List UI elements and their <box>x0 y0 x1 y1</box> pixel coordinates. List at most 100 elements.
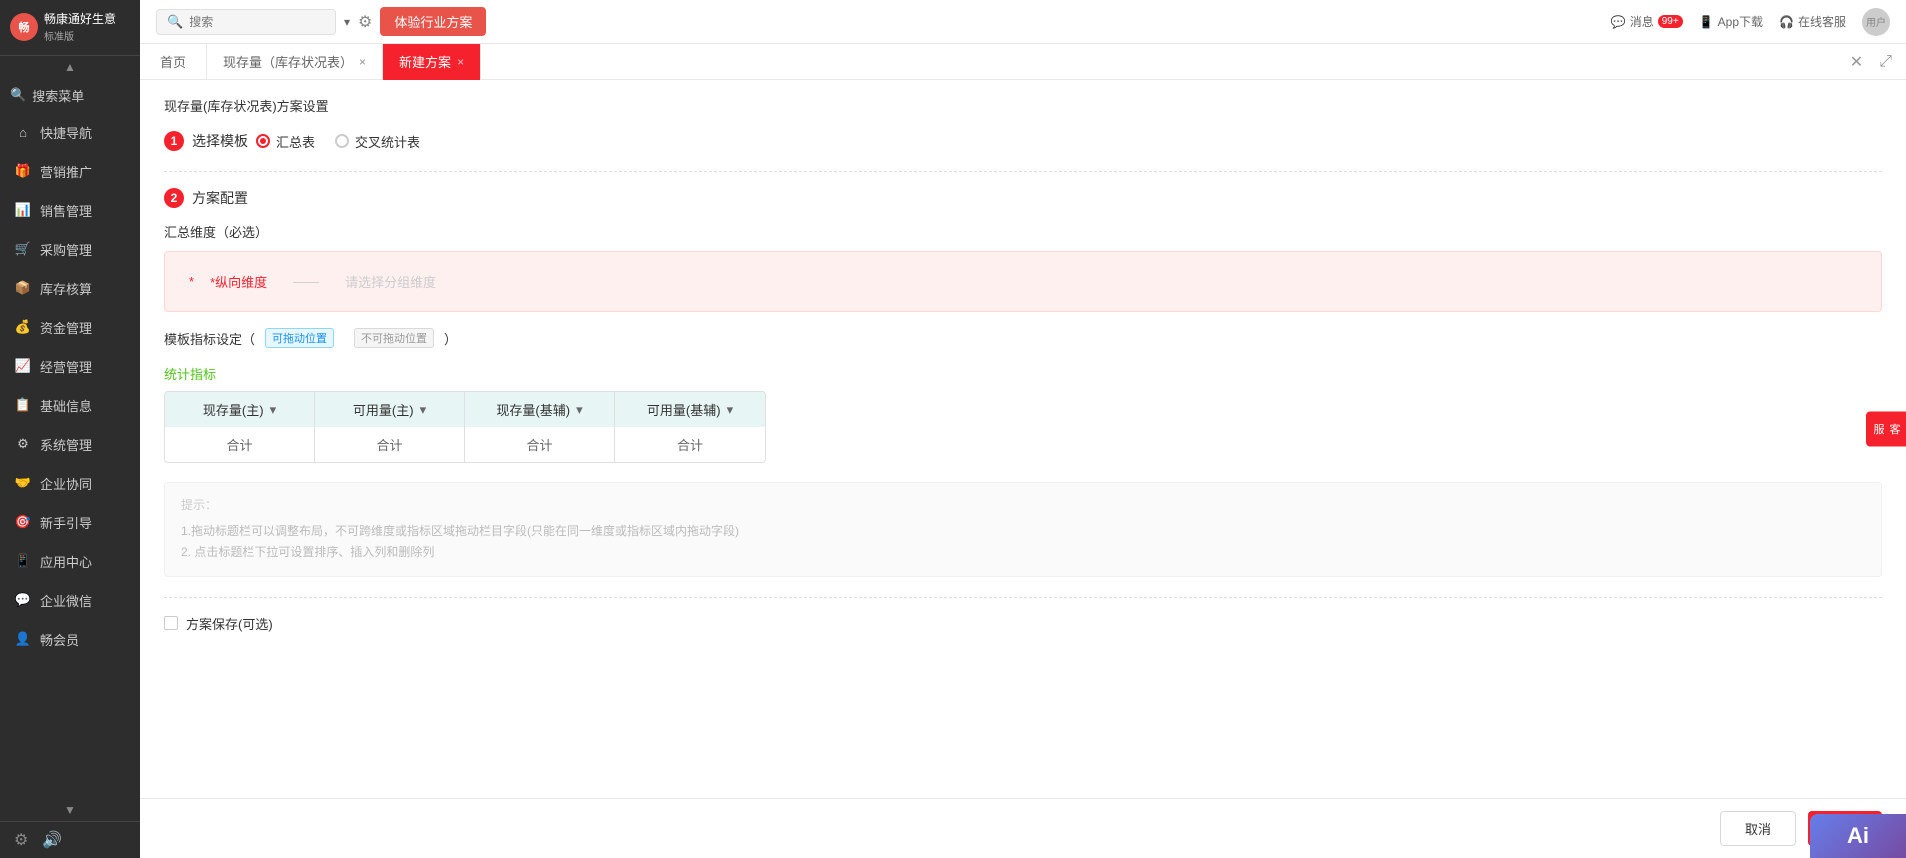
sidebar-item-member[interactable]: 👤 畅会员 <box>0 620 140 659</box>
sidebar-item-system[interactable]: ⚙ 系统管理 <box>0 425 140 464</box>
sidebar-item-label: 资金管理 <box>40 318 92 337</box>
sidebar-item-label: 快捷导航 <box>40 123 92 142</box>
radio-summary[interactable]: 汇总表 <box>256 132 315 151</box>
ai-badge[interactable]: Ai <box>1810 814 1906 858</box>
page-footer: 取消 查询 <box>140 798 1906 858</box>
tab-inventory-close[interactable]: × <box>359 55 366 69</box>
draggable-tag: 可拖动位置 <box>265 328 334 348</box>
indicator-body-col-1: 合计 <box>165 427 315 462</box>
sidebar-nav: ⌂ 快捷导航 🎁 营销推广 📊 销售管理 🛒 采购管理 📦 库存核算 💰 资金管… <box>0 113 140 799</box>
sidebar-search[interactable]: 🔍 搜索菜单 <box>0 78 140 113</box>
cancel-button[interactable]: 取消 <box>1720 811 1796 846</box>
header-search-bar[interactable]: 🔍 <box>156 9 336 35</box>
tab-bar: 首页 现存量（库存状况表） × 新建方案 × ✕ ⤢ <box>140 44 1906 80</box>
app-download-btn[interactable]: 📱 App下载 <box>1699 13 1763 30</box>
customer-service-btn[interactable]: 🎧 在线客服 <box>1779 13 1846 30</box>
sidebar-item-label: 基础信息 <box>40 396 92 415</box>
header-dropdown-btn[interactable]: ▾ <box>344 15 350 29</box>
sidebar-item-label: 经营管理 <box>40 357 92 376</box>
scroll-up-btn[interactable]: ▲ <box>0 56 140 78</box>
speaker-icon[interactable]: 🔊 <box>42 830 62 850</box>
messages-btn[interactable]: 💬 消息 99+ <box>1611 13 1683 30</box>
home-icon: ⌂ <box>14 123 32 141</box>
indicator-body-val-1: 合计 <box>226 438 252 453</box>
sidebar-item-operations[interactable]: 📈 经营管理 <box>0 347 140 386</box>
gift-icon: 🎁 <box>14 162 32 180</box>
indicator-settings-text-suffix: ） <box>444 329 457 348</box>
sidebar-item-newbie[interactable]: 🎯 新手引导 <box>0 503 140 542</box>
radio-cross-label: 交叉统计表 <box>355 132 420 151</box>
sidebar-item-inventory[interactable]: 📦 库存核算 <box>0 269 140 308</box>
sidebar-item-finance[interactable]: 💰 资金管理 <box>0 308 140 347</box>
industry-btn[interactable]: 体验行业方案 <box>380 7 486 36</box>
tab-close-btn[interactable]: ✕ <box>1846 50 1867 74</box>
sidebar: 畅 畅康通好生意 标准版 ▲ 🔍 搜索菜单 ⌂ 快捷导航 🎁 营销推广 📊 销售… <box>0 0 140 858</box>
indicator-table-header: 现存量(主) ▾ 可用量(主) ▾ 现存量(基辅) ▾ 可用量(基辅) <box>165 392 765 427</box>
radio-summary-label: 汇总表 <box>276 132 315 151</box>
right-edge-tab[interactable]: 客服 <box>1866 412 1906 447</box>
step2-number: 2 <box>164 188 184 208</box>
sidebar-item-label: 应用中心 <box>40 552 92 571</box>
tab-inventory-status[interactable]: 现存量（库存状况表） × <box>207 44 383 80</box>
indicator-col-dropdown-2[interactable]: ▾ <box>420 402 427 418</box>
cart-icon: 🛒 <box>14 240 32 258</box>
tips-item-1: 1.拖动标题栏可以调整布局，不可跨维度或指标区域拖动栏目字段(只能在同一维度或指… <box>181 521 1865 543</box>
tab-home-label: 首页 <box>160 52 186 71</box>
sidebar-item-cooperation[interactable]: 🤝 企业协同 <box>0 464 140 503</box>
sidebar-item-label: 企业协同 <box>40 474 92 493</box>
sidebar-item-label: 企业微信 <box>40 591 92 610</box>
indicator-body-col-2: 合计 <box>315 427 465 462</box>
indicator-col-header-1: 现存量(主) ▾ <box>165 392 315 427</box>
indicator-col-header-3: 现存量(基辅) ▾ <box>465 392 615 427</box>
indicator-body-val-4: 合计 <box>677 438 703 453</box>
tips-title: 提示： <box>181 495 1865 517</box>
save-checkbox[interactable] <box>164 616 178 630</box>
sidebar-item-basic-info[interactable]: 📋 基础信息 <box>0 386 140 425</box>
divider-2 <box>164 597 1882 598</box>
tab-new-plan[interactable]: 新建方案 × <box>383 44 481 80</box>
save-option: 方案保存(可选) <box>164 614 1882 633</box>
message-icon: 💬 <box>1611 15 1626 29</box>
settings-icon[interactable]: ⚙ <box>14 830 28 850</box>
sidebar-item-app-center[interactable]: 📱 应用中心 <box>0 542 140 581</box>
sidebar-item-quick-nav[interactable]: ⌂ 快捷导航 <box>0 113 140 152</box>
required-star: * <box>189 274 194 289</box>
dimension-dash: —— <box>293 274 319 289</box>
headset-icon: 🎧 <box>1779 15 1794 29</box>
stats-indicator-title: 统计指标 <box>164 364 1882 383</box>
sidebar-item-purchase[interactable]: 🛒 采购管理 <box>0 230 140 269</box>
vertical-dimension-label: *纵向维度 <box>210 272 267 291</box>
indicator-settings-text-prefix: 模板指标设定（ <box>164 329 255 348</box>
indicator-col-label-4: 可用量(基辅) <box>647 400 721 419</box>
radio-cross[interactable]: 交叉统计表 <box>335 132 420 151</box>
tab-home[interactable]: 首页 <box>140 44 207 80</box>
save-option-label: 方案保存(可选) <box>186 614 273 633</box>
gear-settings-icon[interactable]: ⚙ <box>358 12 372 32</box>
indicator-col-dropdown-4[interactable]: ▾ <box>727 402 734 418</box>
scroll-down-btn[interactable]: ▼ <box>0 799 140 821</box>
dimension-placeholder: 请选择分组维度 <box>345 272 436 291</box>
sidebar-item-marketing[interactable]: 🎁 营销推广 <box>0 152 140 191</box>
indicator-col-dropdown-1[interactable]: ▾ <box>270 402 277 418</box>
indicator-col-dropdown-3[interactable]: ▾ <box>576 402 583 418</box>
user-avatar[interactable]: 用户 <box>1862 8 1890 36</box>
indicator-col-header-2: 可用量(主) ▾ <box>315 392 465 427</box>
tab-expand-btn[interactable]: ⤢ <box>1875 51 1896 73</box>
tab-new-plan-close[interactable]: × <box>457 55 464 69</box>
app-logo-icon: 畅 <box>10 13 38 41</box>
customer-service-label: 在线客服 <box>1798 13 1846 30</box>
mobile-icon: 📱 <box>14 552 32 570</box>
sidebar-item-label: 库存核算 <box>40 279 92 298</box>
pink-dimension-area: * *纵向维度 —— 请选择分组维度 <box>164 251 1882 312</box>
header-search-input[interactable] <box>189 15 309 29</box>
sidebar-footer: ⚙ 🔊 <box>0 821 140 858</box>
sidebar-item-sales[interactable]: 📊 销售管理 <box>0 191 140 230</box>
gear-icon: ⚙ <box>14 435 32 453</box>
dimension-section-label: 汇总维度（必选） <box>164 222 1882 241</box>
indicator-col-label-3: 现存量(基辅) <box>496 400 570 419</box>
chart-icon: 📊 <box>14 201 32 219</box>
header-left: 🔍 ▾ ⚙ 体验行业方案 <box>156 7 1601 36</box>
indicator-body-val-3: 合计 <box>526 438 552 453</box>
sidebar-item-label: 采购管理 <box>40 240 92 259</box>
sidebar-item-wechat[interactable]: 💬 企业微信 <box>0 581 140 620</box>
